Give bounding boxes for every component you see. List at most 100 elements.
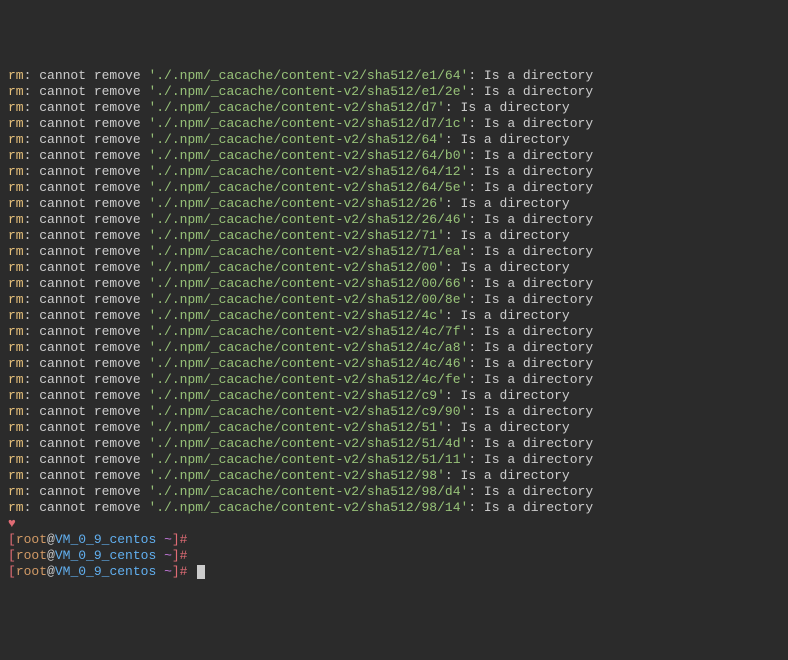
error-action: cannot remove bbox=[39, 228, 140, 243]
error-message: Is a directory bbox=[461, 100, 570, 115]
error-path: './.npm/_cacache/content-v2/sha512/4c/7f… bbox=[148, 324, 468, 339]
prompt-user: root bbox=[16, 564, 47, 579]
error-line: rm: cannot remove './.npm/_cacache/conte… bbox=[8, 84, 780, 100]
shell-prompt[interactable]: [root@VM_0_9_centos ~]# bbox=[8, 532, 780, 548]
error-message: Is a directory bbox=[484, 116, 593, 131]
command-name: rm bbox=[8, 260, 24, 275]
prompt-bracket-close: ]# bbox=[172, 564, 188, 579]
error-action: cannot remove bbox=[39, 260, 140, 275]
command-name: rm bbox=[8, 292, 24, 307]
shell-prompt[interactable]: [root@VM_0_9_centos ~]# bbox=[8, 564, 780, 580]
prompt-host: VM_0_9_centos bbox=[55, 532, 156, 547]
error-message: Is a directory bbox=[484, 212, 593, 227]
error-message: Is a directory bbox=[484, 68, 593, 83]
prompt-at: @ bbox=[47, 548, 55, 563]
error-action: cannot remove bbox=[39, 132, 140, 147]
error-action: cannot remove bbox=[39, 276, 140, 291]
error-action: cannot remove bbox=[39, 484, 140, 499]
error-line: rm: cannot remove './.npm/_cacache/conte… bbox=[8, 388, 780, 404]
command-name: rm bbox=[8, 164, 24, 179]
command-name: rm bbox=[8, 276, 24, 291]
error-message: Is a directory bbox=[484, 244, 593, 259]
error-path: './.npm/_cacache/content-v2/sha512/51/11… bbox=[148, 452, 468, 467]
prompt-at: @ bbox=[47, 564, 55, 579]
error-line: rm: cannot remove './.npm/_cacache/conte… bbox=[8, 100, 780, 116]
error-line: rm: cannot remove './.npm/_cacache/conte… bbox=[8, 244, 780, 260]
error-action: cannot remove bbox=[39, 196, 140, 211]
error-action: cannot remove bbox=[39, 388, 140, 403]
error-message: Is a directory bbox=[461, 260, 570, 275]
error-line: rm: cannot remove './.npm/_cacache/conte… bbox=[8, 164, 780, 180]
error-line: rm: cannot remove './.npm/_cacache/conte… bbox=[8, 356, 780, 372]
error-message: Is a directory bbox=[484, 436, 593, 451]
error-action: cannot remove bbox=[39, 356, 140, 371]
error-action: cannot remove bbox=[39, 372, 140, 387]
shell-prompt[interactable]: [root@VM_0_9_centos ~]# bbox=[8, 548, 780, 564]
command-name: rm bbox=[8, 468, 24, 483]
error-action: cannot remove bbox=[39, 180, 140, 195]
error-message: Is a directory bbox=[484, 164, 593, 179]
command-name: rm bbox=[8, 100, 24, 115]
error-action: cannot remove bbox=[39, 212, 140, 227]
command-name: rm bbox=[8, 388, 24, 403]
command-name: rm bbox=[8, 116, 24, 131]
error-line: rm: cannot remove './.npm/_cacache/conte… bbox=[8, 180, 780, 196]
command-name: rm bbox=[8, 132, 24, 147]
prompt-bracket-open: [ bbox=[8, 548, 16, 563]
error-line: rm: cannot remove './.npm/_cacache/conte… bbox=[8, 148, 780, 164]
error-message: Is a directory bbox=[484, 324, 593, 339]
error-action: cannot remove bbox=[39, 148, 140, 163]
error-action: cannot remove bbox=[39, 340, 140, 355]
error-line: rm: cannot remove './.npm/_cacache/conte… bbox=[8, 484, 780, 500]
error-message: Is a directory bbox=[484, 292, 593, 307]
error-path: './.npm/_cacache/content-v2/sha512/51' bbox=[148, 420, 444, 435]
prompt-bracket-open: [ bbox=[8, 532, 16, 547]
error-path: './.npm/_cacache/content-v2/sha512/e1/2e… bbox=[148, 84, 468, 99]
error-line: rm: cannot remove './.npm/_cacache/conte… bbox=[8, 468, 780, 484]
error-line: rm: cannot remove './.npm/_cacache/conte… bbox=[8, 260, 780, 276]
error-path: './.npm/_cacache/content-v2/sha512/00/66… bbox=[148, 276, 468, 291]
error-action: cannot remove bbox=[39, 324, 140, 339]
error-message: Is a directory bbox=[484, 484, 593, 499]
error-action: cannot remove bbox=[39, 500, 140, 515]
error-message: Is a directory bbox=[461, 196, 570, 211]
error-path: './.npm/_cacache/content-v2/sha512/c9' bbox=[148, 388, 444, 403]
command-name: rm bbox=[8, 228, 24, 243]
command-name: rm bbox=[8, 68, 24, 83]
error-line: rm: cannot remove './.npm/_cacache/conte… bbox=[8, 116, 780, 132]
error-action: cannot remove bbox=[39, 436, 140, 451]
command-name: rm bbox=[8, 452, 24, 467]
error-line: rm: cannot remove './.npm/_cacache/conte… bbox=[8, 372, 780, 388]
error-message: Is a directory bbox=[461, 132, 570, 147]
error-path: './.npm/_cacache/content-v2/sha512/d7' bbox=[148, 100, 444, 115]
error-message: Is a directory bbox=[461, 420, 570, 435]
command-name: rm bbox=[8, 372, 24, 387]
error-line: rm: cannot remove './.npm/_cacache/conte… bbox=[8, 452, 780, 468]
error-action: cannot remove bbox=[39, 404, 140, 419]
error-path: './.npm/_cacache/content-v2/sha512/98' bbox=[148, 468, 444, 483]
prompt-cwd: ~ bbox=[156, 548, 172, 563]
command-name: rm bbox=[8, 324, 24, 339]
error-message: Is a directory bbox=[484, 84, 593, 99]
prompt-host: VM_0_9_centos bbox=[55, 548, 156, 563]
prompt-bracket-open: [ bbox=[8, 564, 16, 579]
error-path: './.npm/_cacache/content-v2/sha512/71' bbox=[148, 228, 444, 243]
error-message: Is a directory bbox=[484, 148, 593, 163]
error-path: './.npm/_cacache/content-v2/sha512/98/d4… bbox=[148, 484, 468, 499]
terminal-output[interactable]: rm: cannot remove './.npm/_cacache/conte… bbox=[8, 68, 780, 580]
error-action: cannot remove bbox=[39, 68, 140, 83]
error-line: rm: cannot remove './.npm/_cacache/conte… bbox=[8, 276, 780, 292]
error-message: Is a directory bbox=[484, 276, 593, 291]
error-line: rm: cannot remove './.npm/_cacache/conte… bbox=[8, 420, 780, 436]
error-message: Is a directory bbox=[461, 388, 570, 403]
error-message: Is a directory bbox=[484, 500, 593, 515]
cursor bbox=[197, 565, 205, 579]
error-action: cannot remove bbox=[39, 452, 140, 467]
error-action: cannot remove bbox=[39, 84, 140, 99]
command-name: rm bbox=[8, 196, 24, 211]
command-name: rm bbox=[8, 212, 24, 227]
error-line: rm: cannot remove './.npm/_cacache/conte… bbox=[8, 292, 780, 308]
error-message: Is a directory bbox=[484, 340, 593, 355]
error-path: './.npm/_cacache/content-v2/sha512/64/12… bbox=[148, 164, 468, 179]
error-line: rm: cannot remove './.npm/_cacache/conte… bbox=[8, 132, 780, 148]
